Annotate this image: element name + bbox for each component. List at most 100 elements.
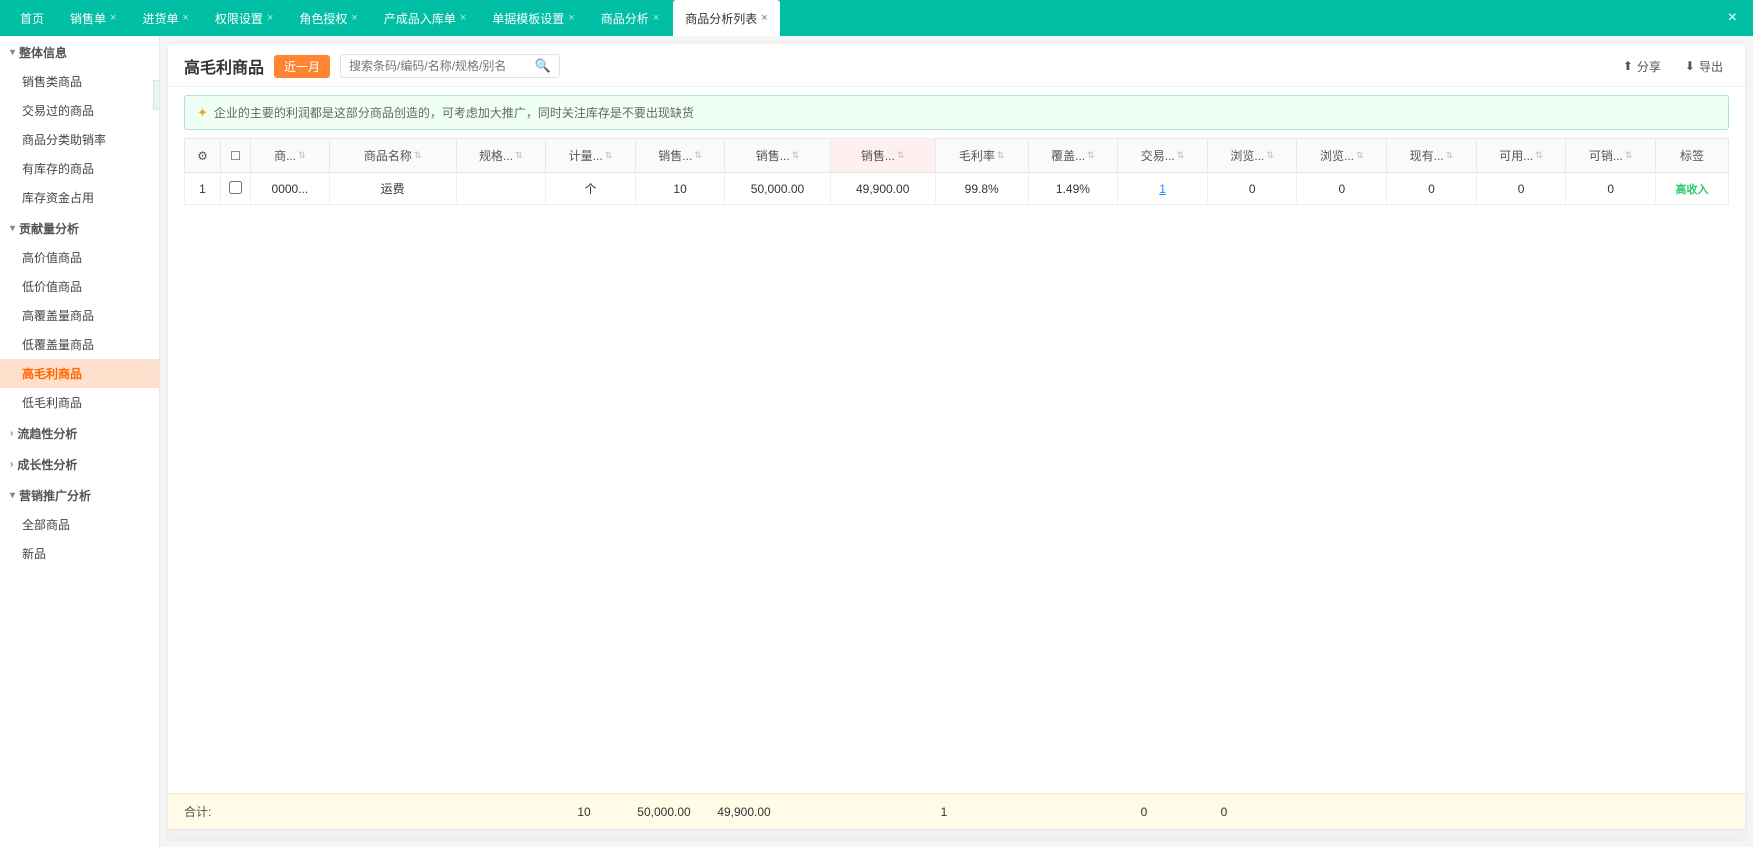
col-gross-rate[interactable]: 毛利率⇅ — [935, 139, 1028, 173]
nav-tab-home[interactable]: 首页 — [8, 0, 56, 36]
sidebar-collapse-button[interactable]: ‹ — [153, 80, 160, 110]
sidebar-group-contribution[interactable]: ▾ 贡献量分析 — [0, 212, 159, 243]
col-browse2[interactable]: 浏览...⇅ — [1297, 139, 1387, 173]
cell-tag: 高收入 — [1655, 173, 1728, 205]
sidebar-group-marketing[interactable]: ▾ 营销推广分析 — [0, 479, 159, 510]
sidebar-item-low-coverage[interactable]: 低覆盖量商品 — [0, 330, 159, 359]
sidebar-group-growth[interactable]: › 成长性分析 — [0, 448, 159, 479]
footer-spacer5 — [784, 805, 844, 819]
sidebar-item-stock-capital[interactable]: 库存资金占用 — [0, 183, 159, 212]
close-analysis-tab[interactable]: × — [653, 12, 659, 24]
col-current-stock[interactable]: 现有...⇅ — [1387, 139, 1477, 173]
search-box: 🔍 — [340, 54, 560, 78]
col-unit[interactable]: 计量...⇅ — [546, 139, 636, 173]
sidebar-item-all-goods[interactable]: 全部商品 — [0, 510, 159, 539]
arrow-icon-marketing: ▾ — [10, 490, 15, 501]
export-label: 导出 — [1699, 58, 1723, 75]
share-label: 分享 — [1637, 58, 1661, 75]
arrow-icon-contribution: ▾ — [10, 223, 15, 234]
cell-gross-rate: 99.8% — [935, 173, 1028, 205]
info-banner: ✦ 企业的主要的利润都是这部分商品创造的，可考虑加大推广，同时关注库存是不要出现… — [184, 95, 1729, 130]
nav-tab-warehouse[interactable]: 产成品入库单 × — [372, 0, 478, 36]
close-purchase-tab[interactable]: × — [182, 12, 188, 24]
cell-spec — [456, 173, 546, 205]
sidebar-item-category-rate[interactable]: 商品分类助销率 — [0, 125, 159, 154]
table-header-row: ⚙ ☐ 商...⇅ 商品名称⇅ 规格...⇅ 计量...⇅ — [185, 139, 1729, 173]
close-warehouse-tab[interactable]: × — [460, 12, 466, 24]
close-template-tab[interactable]: × — [568, 12, 574, 24]
col-sales-qty[interactable]: 销售...⇅ — [635, 139, 725, 173]
sidebar-item-new-goods[interactable]: 新品 — [0, 539, 159, 568]
col-name[interactable]: 商品名称⇅ — [329, 139, 456, 173]
sidebar-item-high-value[interactable]: 高价值商品 — [0, 243, 159, 272]
cell-sales-amount: 50,000.00 — [725, 173, 830, 205]
sidebar-group-trend-label: 流趋性分析 — [17, 425, 77, 442]
footer-label: 合计: — [184, 803, 244, 820]
col-transaction[interactable]: 交易...⇅ — [1118, 139, 1208, 173]
nav-tab-analysis-list[interactable]: 商品分析列表 × — [673, 0, 779, 36]
cell-checkbox[interactable] — [221, 173, 251, 205]
col-coverage[interactable]: 覆盖...⇅ — [1028, 139, 1118, 173]
nav-tab-permissions[interactable]: 权限设置 × — [203, 0, 285, 36]
header-actions: ⬆ 分享 ⬇ 导出 — [1617, 55, 1729, 78]
footer-sales-qty: 10 — [544, 805, 624, 819]
share-button[interactable]: ⬆ 分享 — [1617, 55, 1667, 78]
close-permissions-tab[interactable]: × — [267, 12, 273, 24]
tag-badge: 高收入 — [1675, 184, 1708, 196]
sidebar-group-overall-label: 整体信息 — [19, 44, 67, 61]
col-sales-profit[interactable]: 销售...⇅ — [830, 139, 935, 173]
footer-spacer7 — [984, 805, 1044, 819]
col-spec[interactable]: 规格...⇅ — [456, 139, 546, 173]
sidebar-item-high-coverage[interactable]: 高覆盖量商品 — [0, 301, 159, 330]
search-icon[interactable]: 🔍 — [535, 58, 551, 74]
sidebar-group-overall[interactable]: ▾ 整体信息 — [0, 36, 159, 67]
nav-tab-sales[interactable]: 销售单 × — [58, 0, 128, 36]
footer-sales-profit: 49,900.00 — [704, 805, 784, 819]
sidebar-item-high-margin[interactable]: 高毛利商品 — [0, 359, 159, 388]
nav-tab-roles[interactable]: 角色授权 × — [287, 0, 369, 36]
sidebar-item-traded-goods[interactable]: 交易过的商品 — [0, 96, 159, 125]
col-checkbox[interactable]: ☐ — [221, 139, 251, 173]
transaction-link[interactable]: 1 — [1159, 182, 1166, 196]
sidebar-item-low-margin[interactable]: 低毛利商品 — [0, 388, 159, 417]
nav-tab-template[interactable]: 单据模板设置 × — [480, 0, 586, 36]
sidebar-group-trend[interactable]: › 流趋性分析 — [0, 417, 159, 448]
content-header: 高毛利商品 近一月 🔍 ⬆ 分享 ⬇ 导出 — [168, 44, 1745, 87]
col-sellable[interactable]: 可销...⇅ — [1566, 139, 1656, 173]
sidebar-item-low-value[interactable]: 低价值商品 — [0, 272, 159, 301]
sidebar-item-in-stock[interactable]: 有库存的商品 — [0, 154, 159, 183]
col-available[interactable]: 可用...⇅ — [1476, 139, 1566, 173]
nav-tab-roles-label: 角色授权 — [299, 10, 347, 27]
main-layout: ▾ 整体信息 销售类商品 交易过的商品 商品分类助销率 有库存的商品 库存资金占… — [0, 36, 1753, 847]
row-checkbox[interactable] — [229, 181, 242, 194]
table-container: ⚙ ☐ 商...⇅ 商品名称⇅ 规格...⇅ 计量...⇅ — [168, 138, 1745, 793]
footer-cells: 10 50,000.00 49,900.00 1 0 0 — [244, 805, 1729, 819]
col-tag[interactable]: 标签 — [1655, 139, 1728, 173]
sidebar-group-contribution-label: 贡献量分析 — [19, 220, 79, 237]
nav-tab-analysis-label: 商品分析 — [601, 10, 649, 27]
close-roles-tab[interactable]: × — [351, 12, 357, 24]
cell-sales-profit: 49,900.00 — [830, 173, 935, 205]
export-button[interactable]: ⬇ 导出 — [1679, 55, 1729, 78]
bottom-scrollbar[interactable] — [168, 829, 1745, 839]
sidebar-item-sales-goods[interactable]: 销售类商品 — [0, 67, 159, 96]
search-input[interactable] — [349, 59, 529, 73]
col-settings[interactable]: ⚙ — [185, 139, 221, 173]
nav-tab-purchase[interactable]: 进货单 × — [130, 0, 200, 36]
sidebar-group-growth-label: 成长性分析 — [17, 456, 77, 473]
col-sales-amount[interactable]: 销售...⇅ — [725, 139, 830, 173]
cell-unit: 个 — [546, 173, 636, 205]
filter-recent-month-button[interactable]: 近一月 — [274, 55, 330, 78]
col-browse1[interactable]: 浏览...⇅ — [1207, 139, 1297, 173]
footer-sales-amount: 50,000.00 — [624, 805, 704, 819]
table-row: 1 0000... 运费 个 10 50,000.00 49,900.00 99… — [185, 173, 1729, 205]
sidebar-group-marketing-label: 营销推广分析 — [19, 487, 91, 504]
nav-tab-analysis[interactable]: 商品分析 × — [589, 0, 671, 36]
cell-index: 1 — [185, 173, 221, 205]
footer-spacer2 — [324, 805, 404, 819]
close-sales-tab[interactable]: × — [110, 12, 116, 24]
close-analysis-list-tab[interactable]: × — [761, 12, 767, 24]
close-all-button[interactable]: × — [1720, 9, 1745, 27]
cell-coverage: 1.49% — [1028, 173, 1118, 205]
col-code[interactable]: 商...⇅ — [251, 139, 330, 173]
